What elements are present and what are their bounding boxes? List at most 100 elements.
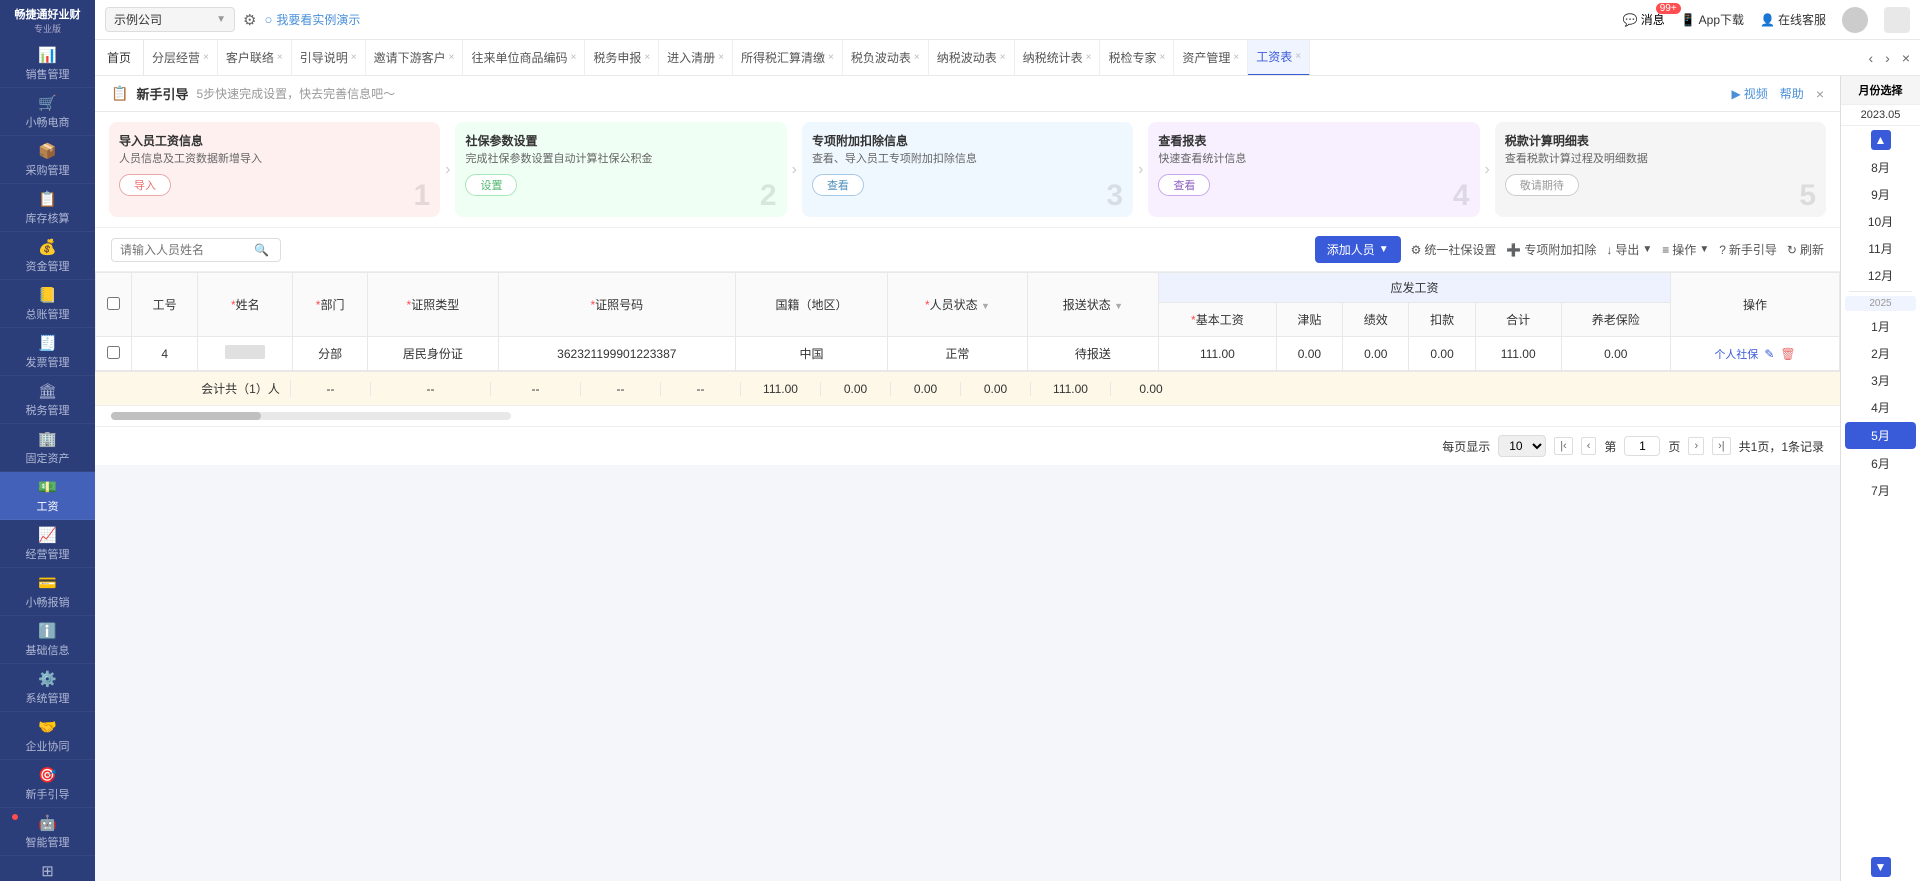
- prev-page-btn[interactable]: ‹: [1581, 437, 1597, 455]
- sidebar-item-purchase[interactable]: 📦 采购管理: [0, 136, 95, 184]
- tab-close-1[interactable]: ×: [277, 52, 283, 63]
- step-5-btn[interactable]: 敬请期待: [1505, 174, 1579, 196]
- personal-insurance-btn[interactable]: 个人社保: [1714, 346, 1758, 362]
- tab-close-all-btn[interactable]: ×: [1898, 48, 1914, 68]
- tab-item-4[interactable]: 往来单位商品编码 ×: [463, 40, 585, 76]
- month-up-btn[interactable]: ▲: [1871, 130, 1891, 150]
- app-download-btn[interactable]: 📱 App下载: [1681, 11, 1744, 28]
- tab-item-3[interactable]: 邀请下游客户 ×: [366, 40, 464, 76]
- add-person-btn[interactable]: 添加人员 ▼: [1315, 236, 1401, 263]
- sidebar-item-basic-info[interactable]: ℹ️ 基础信息: [0, 616, 95, 664]
- step-4-btn[interactable]: 查看: [1158, 174, 1210, 196]
- tab-home[interactable]: 首页: [95, 40, 144, 76]
- tab-close-11[interactable]: ×: [1159, 52, 1165, 63]
- tab-close-9[interactable]: ×: [1000, 52, 1006, 63]
- newbie-guide-btn[interactable]: ? 新手引导: [1719, 241, 1777, 258]
- select-all-checkbox[interactable]: [107, 297, 120, 310]
- sidebar-item-system[interactable]: ⚙️ 系统管理: [0, 664, 95, 712]
- tab-close-13[interactable]: ×: [1295, 51, 1301, 62]
- tab-item-1[interactable]: 客户联络 ×: [218, 40, 292, 76]
- tab-close-8[interactable]: ×: [914, 52, 920, 63]
- month-4[interactable]: 4月: [1841, 394, 1920, 421]
- tab-prev-btn[interactable]: ‹: [1864, 48, 1877, 68]
- tab-close-10[interactable]: ×: [1086, 52, 1092, 63]
- tab-close-6[interactable]: ×: [718, 52, 724, 63]
- export-btn[interactable]: ↓ 导出 ▼: [1606, 241, 1652, 258]
- sidebar-item-inventory[interactable]: 📋 库存核算: [0, 184, 95, 232]
- tab-close-4[interactable]: ×: [570, 52, 576, 63]
- social-security-btn[interactable]: ⚙ 统一社保设置: [1411, 241, 1497, 258]
- search-icon[interactable]: 🔍: [254, 243, 269, 257]
- step-3-btn[interactable]: 查看: [812, 174, 864, 196]
- tab-close-2[interactable]: ×: [351, 52, 357, 63]
- month-12[interactable]: 12月: [1841, 262, 1920, 289]
- avatar[interactable]: [1842, 7, 1868, 33]
- tab-item-12[interactable]: 资产管理 ×: [1174, 40, 1248, 76]
- sidebar-item-sales[interactable]: 📊 销售管理: [0, 40, 95, 88]
- refresh-btn[interactable]: ↻ 刷新: [1787, 241, 1824, 258]
- sidebar-item-invoice[interactable]: 🧾 发票管理: [0, 328, 95, 376]
- tab-close-12[interactable]: ×: [1233, 52, 1239, 63]
- sidebar-item-tax[interactable]: 🏛 税务管理: [0, 376, 95, 424]
- month-10[interactable]: 10月: [1841, 208, 1920, 235]
- tab-next-btn[interactable]: ›: [1881, 48, 1894, 68]
- sidebar-item-guide[interactable]: 🎯 新手引导: [0, 760, 95, 808]
- guide-close-btn[interactable]: ×: [1816, 86, 1824, 102]
- guide-video-btn[interactable]: ▶ 视频: [1732, 85, 1768, 102]
- guide-help-btn[interactable]: 帮助: [1780, 85, 1804, 102]
- month-down-btn[interactable]: ▼: [1871, 857, 1891, 877]
- month-3[interactable]: 3月: [1841, 367, 1920, 394]
- tab-item-2[interactable]: 引导说明 ×: [292, 40, 366, 76]
- last-page-btn[interactable]: ›|: [1712, 437, 1731, 455]
- sidebar-item-salary[interactable]: 💵 工资: [0, 472, 95, 520]
- sidebar-item-expense[interactable]: 💳 小畅报销: [0, 568, 95, 616]
- tab-item-13[interactable]: 工资表 ×: [1248, 40, 1310, 76]
- operation-btn[interactable]: ≡ 操作 ▼: [1662, 241, 1709, 258]
- tab-item-8[interactable]: 税负波动表 ×: [843, 40, 929, 76]
- step-2-btn[interactable]: 设置: [465, 174, 517, 196]
- month-9[interactable]: 9月: [1841, 181, 1920, 208]
- month-7[interactable]: 7月: [1841, 477, 1920, 504]
- edit-icon[interactable]: ✎: [1764, 347, 1774, 361]
- sidebar-item-assets[interactable]: 🏢 固定资产: [0, 424, 95, 472]
- demo-link[interactable]: ○ 我要看实例演示: [264, 11, 360, 28]
- tab-item-0[interactable]: 分层经营 ×: [144, 40, 218, 76]
- sidebar-item-collab[interactable]: 🤝 企业协同: [0, 712, 95, 760]
- sidebar-item-ecommerce[interactable]: 🛒 小畅电商: [0, 88, 95, 136]
- tab-close-7[interactable]: ×: [828, 52, 834, 63]
- search-box[interactable]: 🔍: [111, 238, 281, 262]
- tab-item-10[interactable]: 纳税统计表 ×: [1015, 40, 1101, 76]
- page-input[interactable]: [1624, 436, 1660, 456]
- step-1-btn[interactable]: 导入: [119, 174, 171, 196]
- tab-item-5[interactable]: 税务申报 ×: [585, 40, 659, 76]
- month-11[interactable]: 11月: [1841, 235, 1920, 262]
- sidebar-item-finance[interactable]: 💰 资金管理: [0, 232, 95, 280]
- company-selector[interactable]: 示例公司 ▼: [105, 7, 235, 32]
- online-service-btn[interactable]: 👤 在线客服: [1760, 11, 1826, 28]
- tab-close-0[interactable]: ×: [203, 52, 209, 63]
- notification-btn[interactable]: 💬 消息 99+: [1623, 11, 1665, 28]
- per-page-select[interactable]: 10 20 50: [1498, 435, 1546, 457]
- sidebar-item-ledger[interactable]: 📒 总账管理: [0, 280, 95, 328]
- gear-icon[interactable]: ⚙: [243, 11, 256, 29]
- tab-close-5[interactable]: ×: [644, 52, 650, 63]
- tab-item-7[interactable]: 所得税汇算清缴 ×: [733, 40, 843, 76]
- tab-item-6[interactable]: 进入清册 ×: [659, 40, 733, 76]
- sidebar-item-operations[interactable]: 📈 经营管理: [0, 520, 95, 568]
- sidebar-item-ai[interactable]: 🤖 智能管理: [0, 808, 95, 856]
- horizontal-scrollbar[interactable]: [95, 405, 1840, 426]
- special-deduction-btn[interactable]: ➕ 专项附加扣除: [1506, 241, 1596, 258]
- delete-icon[interactable]: 🗑: [1780, 347, 1795, 361]
- month-5[interactable]: 5月: [1845, 422, 1916, 449]
- row-checkbox[interactable]: [107, 346, 120, 359]
- month-6[interactable]: 6月: [1841, 450, 1920, 477]
- first-page-btn[interactable]: |‹: [1554, 437, 1573, 455]
- search-input[interactable]: [120, 243, 250, 257]
- user-menu-btn[interactable]: [1884, 7, 1910, 33]
- month-8[interactable]: 8月: [1841, 154, 1920, 181]
- sidebar-item-app-center[interactable]: ⊞ 应用中心: [0, 856, 95, 881]
- next-page-btn[interactable]: ›: [1688, 437, 1704, 455]
- month-1[interactable]: 1月: [1841, 313, 1920, 340]
- month-2[interactable]: 2月: [1841, 340, 1920, 367]
- tab-close-3[interactable]: ×: [449, 52, 455, 63]
